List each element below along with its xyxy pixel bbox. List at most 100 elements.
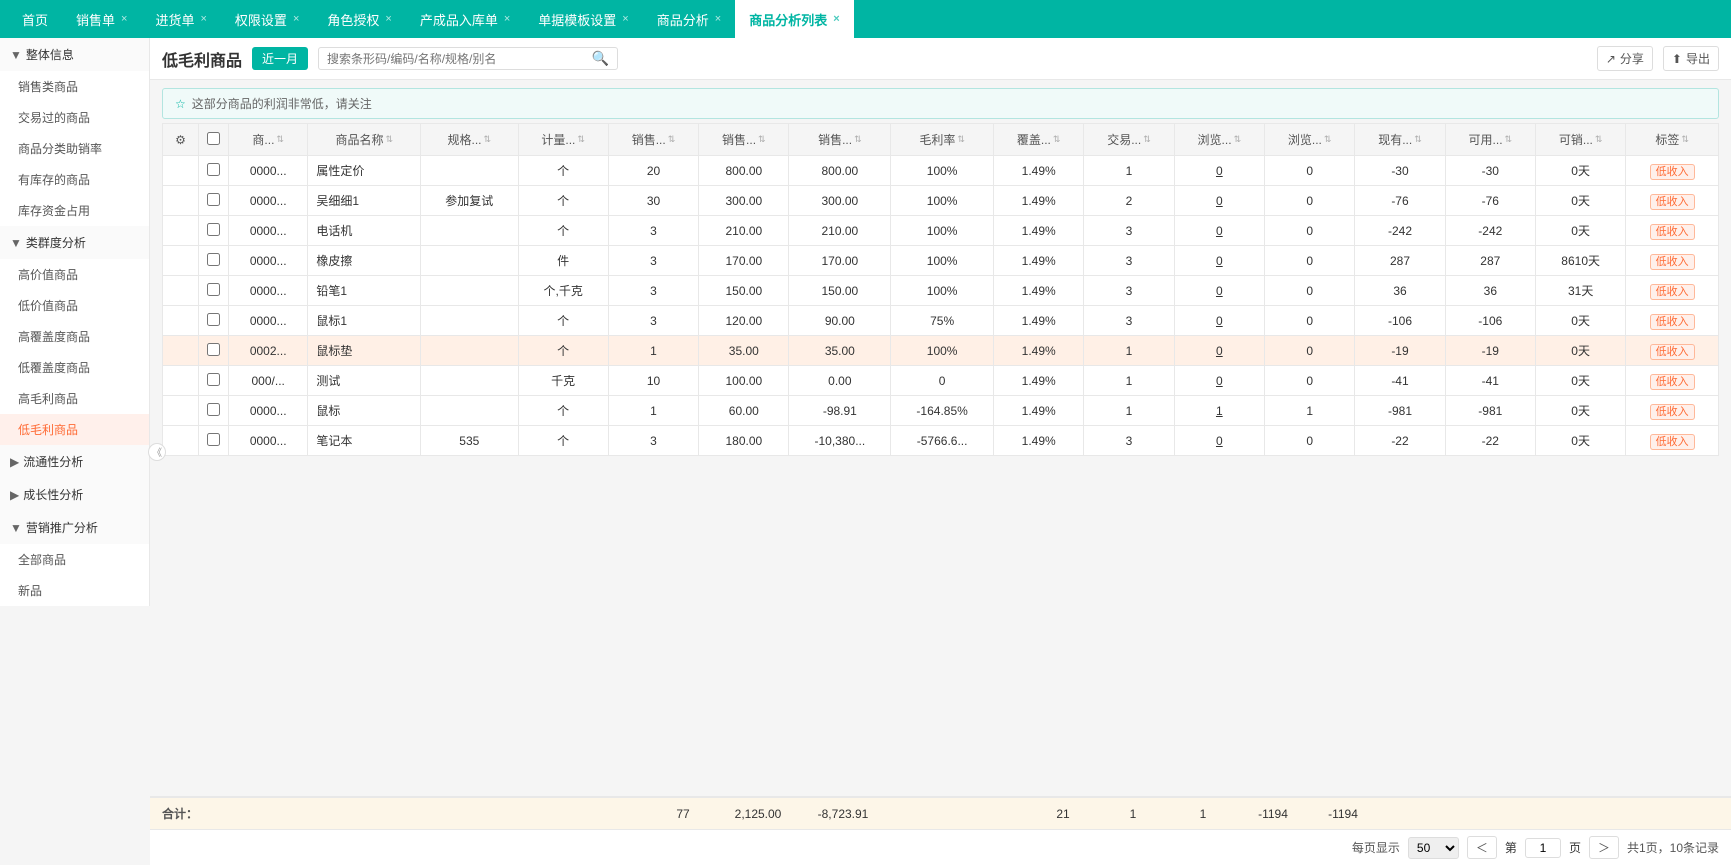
- table-row[interactable]: 0000... 笔记本 535 个 3 180.00 -10,380... -5…: [163, 426, 1719, 456]
- sidebar-group-overall[interactable]: ▼ 整体信息: [0, 38, 149, 71]
- period-button[interactable]: 近一月: [252, 47, 308, 70]
- nav-role-auth[interactable]: 角色授权 ×: [313, 0, 405, 38]
- th-transaction[interactable]: 交易...⇅: [1084, 124, 1174, 156]
- row-tag-2[interactable]: 低收入: [1626, 216, 1719, 246]
- th-browse2[interactable]: 浏览...⇅: [1265, 124, 1355, 156]
- row-browse1-3[interactable]: 0: [1174, 246, 1264, 276]
- row-browse1-6[interactable]: 0: [1174, 336, 1264, 366]
- row-browse1-8[interactable]: 1: [1174, 396, 1264, 426]
- sidebar-item-sales-products[interactable]: 销售类商品: [0, 71, 149, 102]
- row-checkbox-6[interactable]: [199, 336, 229, 366]
- th-tag[interactable]: 标签⇅: [1626, 124, 1719, 156]
- row-settings-1[interactable]: [163, 186, 199, 216]
- close-analysis-icon[interactable]: ×: [715, 13, 721, 25]
- close-template-icon[interactable]: ×: [622, 13, 628, 25]
- close-sales-order-icon[interactable]: ×: [121, 13, 127, 25]
- th-saleable[interactable]: 可销...⇅: [1535, 124, 1625, 156]
- row-tag-3[interactable]: 低收入: [1626, 246, 1719, 276]
- page-number-input[interactable]: [1525, 838, 1561, 858]
- sidebar-item-low-value[interactable]: 低价值商品: [0, 290, 149, 321]
- th-gross-rate[interactable]: 毛利率⇅: [891, 124, 994, 156]
- nav-permission-settings[interactable]: 权限设置 ×: [221, 0, 313, 38]
- row-settings-0[interactable]: [163, 156, 199, 186]
- sidebar-item-category-sales-rate[interactable]: 商品分类助销率: [0, 133, 149, 164]
- table-row[interactable]: 0000... 铅笔1 个,千克 3 150.00 150.00 100% 1.…: [163, 276, 1719, 306]
- th-code[interactable]: 商...⇅: [229, 124, 308, 156]
- row-tag-0[interactable]: 低收入: [1626, 156, 1719, 186]
- sidebar-group-marketing[interactable]: ▼ 营销推广分析: [0, 511, 149, 544]
- sidebar-item-low-coverage[interactable]: 低覆盖度商品: [0, 352, 149, 383]
- next-page-button[interactable]: ＞: [1589, 836, 1619, 859]
- nav-purchase-order[interactable]: 进货单 ×: [141, 0, 220, 38]
- row-browse1-9[interactable]: 0: [1174, 426, 1264, 456]
- th-sales-qty[interactable]: 销售...⇅: [608, 124, 698, 156]
- th-sales-price[interactable]: 销售...⇅: [699, 124, 789, 156]
- sidebar-item-high-value[interactable]: 高价值商品: [0, 259, 149, 290]
- row-settings-7[interactable]: [163, 366, 199, 396]
- table-row[interactable]: 0000... 电话机 个 3 210.00 210.00 100% 1.49%…: [163, 216, 1719, 246]
- row-settings-8[interactable]: [163, 396, 199, 426]
- row-checkbox-7[interactable]: [199, 366, 229, 396]
- close-analysis-list-icon[interactable]: ×: [833, 13, 839, 25]
- sidebar-item-all-products[interactable]: 全部商品: [0, 544, 149, 575]
- nav-template-settings[interactable]: 单据模板设置 ×: [524, 0, 642, 38]
- page-size-select[interactable]: 50 100 200: [1408, 837, 1459, 859]
- select-all-checkbox[interactable]: [207, 132, 220, 145]
- prev-page-button[interactable]: ＜: [1467, 836, 1497, 859]
- th-available[interactable]: 可用...⇅: [1445, 124, 1535, 156]
- sidebar-item-high-coverage[interactable]: 高覆盖度商品: [0, 321, 149, 352]
- row-checkbox-2[interactable]: [199, 216, 229, 246]
- close-product-inbound-icon[interactable]: ×: [504, 13, 510, 25]
- sidebar-collapse-button[interactable]: 《: [148, 443, 166, 461]
- th-name[interactable]: 商品名称⇅: [308, 124, 421, 156]
- nav-home[interactable]: 首页: [8, 0, 62, 38]
- row-checkbox-8[interactable]: [199, 396, 229, 426]
- sidebar-group-growth[interactable]: ▶ 成长性分析: [0, 478, 149, 511]
- row-tag-7[interactable]: 低收入: [1626, 366, 1719, 396]
- row-tag-9[interactable]: 低收入: [1626, 426, 1719, 456]
- sidebar-item-stock-capital[interactable]: 库存资金占用: [0, 195, 149, 226]
- row-tag-1[interactable]: 低收入: [1626, 186, 1719, 216]
- row-browse1-1[interactable]: 0: [1174, 186, 1264, 216]
- nav-product-analysis[interactable]: 商品分析 ×: [643, 0, 735, 38]
- row-browse1-7[interactable]: 0: [1174, 366, 1264, 396]
- search-input[interactable]: [327, 52, 592, 66]
- sidebar-item-high-margin[interactable]: 高毛利商品: [0, 383, 149, 414]
- row-checkbox-1[interactable]: [199, 186, 229, 216]
- th-current-stock[interactable]: 现有...⇅: [1355, 124, 1445, 156]
- sidebar-item-low-margin[interactable]: 低毛利商品: [0, 414, 149, 445]
- sidebar-group-cluster[interactable]: ▼ 类群度分析: [0, 226, 149, 259]
- row-tag-6[interactable]: 低收入: [1626, 336, 1719, 366]
- row-settings-6[interactable]: [163, 336, 199, 366]
- row-tag-4[interactable]: 低收入: [1626, 276, 1719, 306]
- table-row[interactable]: 0000... 鼠标1 个 3 120.00 90.00 75% 1.49% 3…: [163, 306, 1719, 336]
- table-row[interactable]: 0000... 橡皮擦 件 3 170.00 170.00 100% 1.49%…: [163, 246, 1719, 276]
- row-browse1-2[interactable]: 0: [1174, 216, 1264, 246]
- th-unit[interactable]: 计量...⇅: [518, 124, 608, 156]
- th-sales-amount[interactable]: 销售...⇅: [789, 124, 891, 156]
- th-spec[interactable]: 规格...⇅: [421, 124, 518, 156]
- row-checkbox-3[interactable]: [199, 246, 229, 276]
- close-permission-icon[interactable]: ×: [293, 13, 299, 25]
- sidebar-item-in-stock[interactable]: 有库存的商品: [0, 164, 149, 195]
- export-button[interactable]: ⬆ 导出: [1663, 46, 1719, 71]
- table-row[interactable]: 0002... 鼠标垫 个 1 35.00 35.00 100% 1.49% 1…: [163, 336, 1719, 366]
- share-button[interactable]: ↗ 分享: [1597, 46, 1653, 71]
- row-settings-5[interactable]: [163, 306, 199, 336]
- nav-product-analysis-list[interactable]: 商品分析列表 ×: [735, 0, 853, 38]
- close-purchase-order-icon[interactable]: ×: [200, 13, 206, 25]
- sidebar-item-traded-products[interactable]: 交易过的商品: [0, 102, 149, 133]
- table-row[interactable]: 0000... 鼠标 个 1 60.00 -98.91 -164.85% 1.4…: [163, 396, 1719, 426]
- nav-product-inbound[interactable]: 产成品入库单 ×: [406, 0, 524, 38]
- th-coverage[interactable]: 覆盖...⇅: [994, 124, 1084, 156]
- row-browse1-4[interactable]: 0: [1174, 276, 1264, 306]
- search-icon[interactable]: 🔍: [592, 50, 609, 67]
- row-checkbox-5[interactable]: [199, 306, 229, 336]
- row-tag-8[interactable]: 低收入: [1626, 396, 1719, 426]
- sidebar-item-new-products[interactable]: 新品: [0, 575, 149, 606]
- close-role-auth-icon[interactable]: ×: [385, 13, 391, 25]
- row-settings-2[interactable]: [163, 216, 199, 246]
- table-row[interactable]: 0000... 属性定价 个 20 800.00 800.00 100% 1.4…: [163, 156, 1719, 186]
- row-settings-3[interactable]: [163, 246, 199, 276]
- row-browse1-5[interactable]: 0: [1174, 306, 1264, 336]
